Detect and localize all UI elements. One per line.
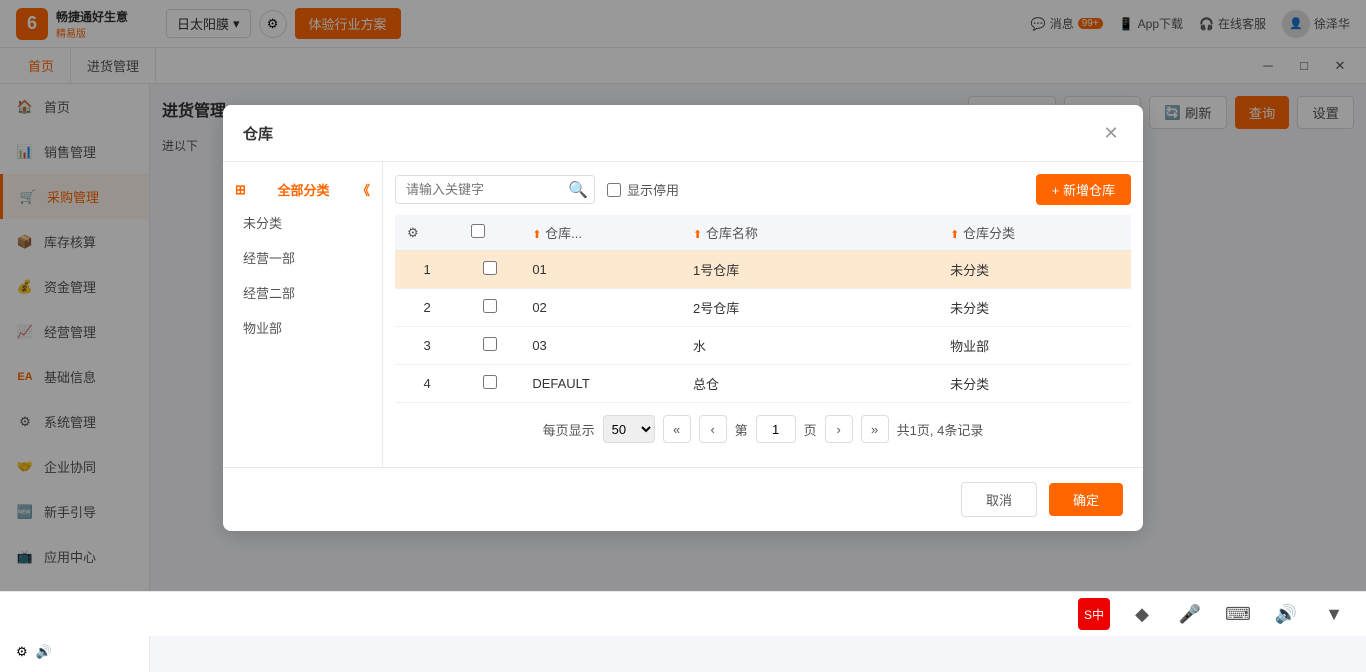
category-item-property[interactable]: 物业部 [223, 310, 382, 345]
row-checkbox-1[interactable] [483, 261, 497, 275]
dialog-header: 仓库 ✕ [223, 105, 1143, 162]
th-check[interactable] [459, 215, 520, 251]
row-check-4[interactable] [459, 365, 520, 403]
search-icon[interactable]: 🔍 [568, 180, 588, 200]
row-checkbox-2[interactable] [483, 299, 497, 313]
row-checkbox-3[interactable] [483, 337, 497, 351]
dialog-close-button[interactable]: ✕ [1099, 121, 1123, 145]
grid-icon: ⊞ [235, 182, 246, 198]
first-page-button[interactable]: « [663, 415, 691, 443]
row-action-2[interactable]: 2 [395, 289, 459, 327]
mic-icon[interactable]: 🎤 [1174, 598, 1206, 630]
row-check-2[interactable] [459, 289, 520, 327]
table-scroll-area: ⚙ ⬆ 仓库... ⬆ 仓库名称 [395, 215, 1131, 403]
table-row[interactable]: 2 02 2号仓库 [395, 289, 1131, 327]
th-name[interactable]: ⬆ 仓库名称 [681, 215, 938, 251]
category-all[interactable]: ⊞ 全部分类 《 [223, 174, 382, 205]
dialog-footer: 取消 确定 [223, 467, 1143, 531]
row-category-4: 未分类 [938, 365, 1131, 403]
category-item-dept2[interactable]: 经营二部 [223, 275, 382, 310]
diamond-icon[interactable]: ◆ [1126, 598, 1158, 630]
s-icon[interactable]: S中 [1078, 598, 1110, 630]
table-header: ⚙ ⬆ 仓库... ⬆ 仓库名称 [395, 215, 1131, 251]
table-area: 🔍 显示停用 + 新增仓库 ⚙ [383, 162, 1143, 467]
keyboard-icon[interactable]: ⌨ [1222, 598, 1254, 630]
table-row[interactable]: 4 DEFAULT 总仓 [395, 365, 1131, 403]
th-category[interactable]: ⬆ 仓库分类 [938, 215, 1131, 251]
sort-icon-name: ⬆ [693, 229, 702, 241]
row-action-3[interactable]: 3 [395, 327, 459, 365]
search-input[interactable] [396, 176, 594, 203]
page-size-select[interactable]: 50 10 20 100 [603, 415, 655, 443]
prev-page-button[interactable]: ‹ [699, 415, 727, 443]
bottom-bar: S中 ◆ 🎤 ⌨ 🔊 ▼ [0, 591, 1366, 636]
table-row[interactable]: 1 01 1号仓库 [395, 251, 1131, 289]
modal-overlay[interactable]: 仓库 ✕ ⊞ 全部分类 《 未分类 经营一部 经营二部 [0, 0, 1366, 636]
row-category-3: 物业部 [938, 327, 1131, 365]
confirm-button[interactable]: 确定 [1049, 483, 1123, 516]
search-input-wrap: 🔍 [395, 175, 595, 204]
settings-bottom-icon[interactable]: ⚙ [16, 644, 28, 660]
row-category-1: 未分类 [938, 251, 1131, 289]
next-page-button[interactable]: › [825, 415, 853, 443]
last-page-button[interactable]: » [861, 415, 889, 443]
cancel-button[interactable]: 取消 [961, 482, 1037, 517]
add-warehouse-button[interactable]: + 新增仓库 [1036, 174, 1131, 205]
row-code-1: 01 [520, 251, 681, 289]
row-action-4[interactable]: 4 [395, 365, 459, 403]
dialog-body: ⊞ 全部分类 《 未分类 经营一部 经营二部 物业部 [223, 162, 1143, 467]
table-toolbar: 🔍 显示停用 + 新增仓库 [395, 174, 1131, 205]
row-code-4: DEFAULT [520, 365, 681, 403]
expand-icon[interactable]: ▼ [1318, 598, 1350, 630]
collapse-icon: 《 [357, 180, 370, 199]
show-disabled-checkbox[interactable] [607, 183, 621, 197]
dialog-title: 仓库 [243, 123, 273, 144]
row-category-2: 未分类 [938, 289, 1131, 327]
pagination: 每页显示 50 10 20 100 « ‹ 第 页 [395, 403, 1131, 455]
row-code-3: 03 [520, 327, 681, 365]
row-name-2: 2号仓库 [681, 289, 938, 327]
category-item-unclassified[interactable]: 未分类 [223, 205, 382, 240]
page-number-input[interactable] [756, 415, 796, 443]
warehouse-table: ⚙ ⬆ 仓库... ⬆ 仓库名称 [395, 215, 1131, 403]
speaker-icon[interactable]: 🔊 [1270, 598, 1302, 630]
row-name-1: 1号仓库 [681, 251, 938, 289]
row-check-3[interactable] [459, 327, 520, 365]
category-sidebar: ⊞ 全部分类 《 未分类 经营一部 经营二部 物业部 [223, 162, 383, 467]
table-body: 1 01 1号仓库 [395, 251, 1131, 403]
sort-icon-code: ⬆ [532, 229, 541, 241]
row-check-1[interactable] [459, 251, 520, 289]
warehouse-dialog: 仓库 ✕ ⊞ 全部分类 《 未分类 经营一部 经营二部 [223, 105, 1143, 531]
select-all-checkbox[interactable] [471, 224, 485, 238]
row-name-4: 总仓 [681, 365, 938, 403]
table-row[interactable]: 3 03 水 [395, 327, 1131, 365]
row-name-3: 水 [681, 327, 938, 365]
show-disabled-label[interactable]: 显示停用 [607, 180, 679, 199]
category-item-dept1[interactable]: 经营一部 [223, 240, 382, 275]
row-code-2: 02 [520, 289, 681, 327]
sort-icon-category: ⬆ [950, 229, 959, 241]
th-settings[interactable]: ⚙ [395, 215, 459, 251]
row-checkbox-4[interactable] [483, 375, 497, 389]
th-code[interactable]: ⬆ 仓库... [520, 215, 681, 251]
row-action-1[interactable]: 1 [395, 251, 459, 289]
sidebar-bottom: ⚙ 🔊 [0, 631, 149, 672]
volume-icon[interactable]: 🔊 [36, 644, 52, 660]
